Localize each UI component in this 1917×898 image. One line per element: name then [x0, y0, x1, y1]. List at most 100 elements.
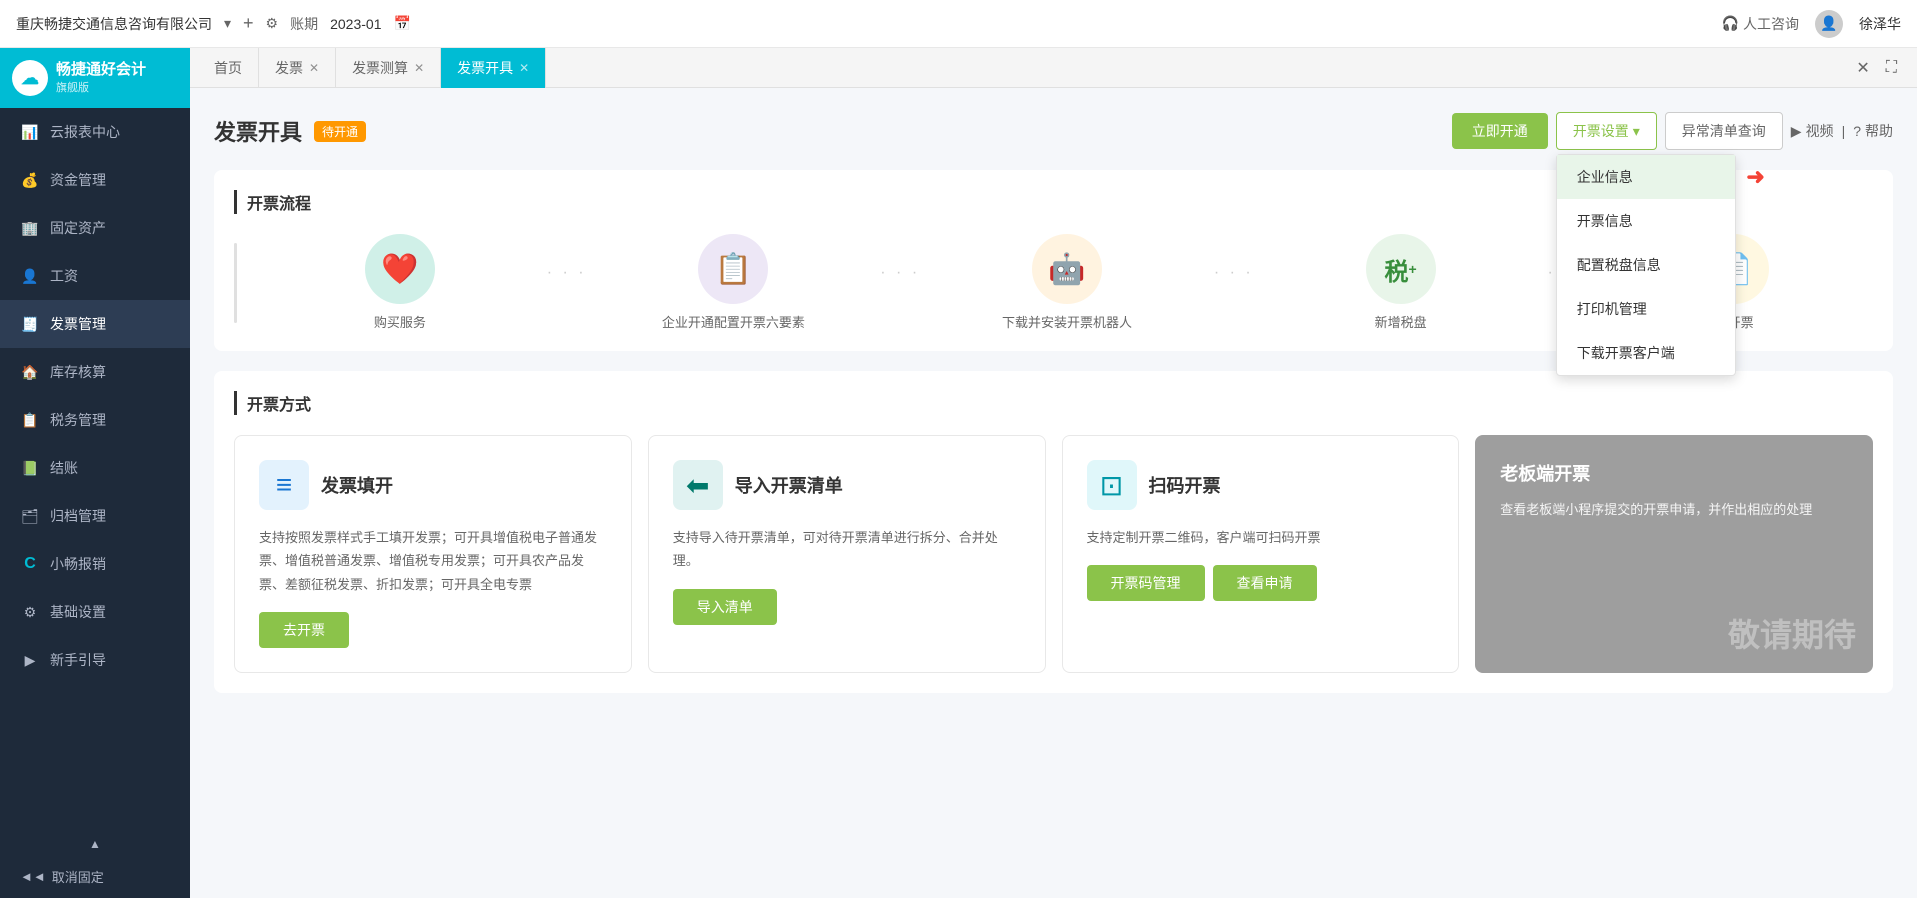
method-card-scan-header: ⊡ 扫码开票	[1087, 460, 1435, 510]
tab-close-all-btn[interactable]: ✕	[1852, 54, 1873, 82]
sidebar-item-label: 小畅报销	[50, 554, 106, 574]
sidebar-item-guide[interactable]: ▶ 新手引导	[0, 636, 190, 684]
fill-goto-btn[interactable]: 去开票	[259, 612, 349, 648]
boss-title: 老板端开票	[1500, 460, 1848, 486]
sidebar-item-fixed-assets[interactable]: 🏢 固定资产	[0, 204, 190, 252]
invoice-icon: 🧾	[20, 314, 40, 334]
sidebar-item-label: 固定资产	[50, 218, 106, 238]
red-arrow-icon: ➜	[1746, 164, 1764, 190]
activate-btn[interactable]: 立即开通	[1452, 113, 1548, 149]
import-btn-wrapper: 导入清单	[673, 589, 1021, 625]
video-btn[interactable]: ▶ 视频	[1791, 121, 1834, 141]
flow-connector-2: · · ·	[872, 264, 928, 282]
sidebar-item-label: 工资	[50, 266, 78, 286]
add-company-btn[interactable]: +	[243, 13, 254, 34]
sidebar-bottom-pin[interactable]: ◄◄ 取消固定	[0, 855, 190, 898]
scan-qr-btn[interactable]: 开票码管理	[1087, 565, 1205, 601]
headset-icon: 🎧	[1722, 15, 1739, 32]
dropdown-tax-config[interactable]: 配置税盘信息	[1557, 243, 1735, 287]
sidebar-item-settings[interactable]: ⚙ 基础设置	[0, 588, 190, 636]
dropdown-company-info[interactable]: 企业信息 ➜	[1557, 155, 1735, 199]
sidebar-item-cloud-report[interactable]: 📊 云报表中心	[0, 108, 190, 156]
boss-desc: 查看老板端小程序提交的开票申请，并作出相应的处理	[1500, 498, 1848, 521]
cloud-report-icon: 📊	[20, 122, 40, 142]
page-content: 发票开具 待开通 立即开通 开票设置 ▾	[190, 88, 1917, 898]
sidebar-item-label: 新手引导	[50, 650, 106, 670]
method-card-scan: ⊡ 扫码开票 支持定制开票二维码，客户端可扫码开票 开票码管理 查看申请	[1062, 435, 1460, 673]
company-name: 重庆畅捷交通信息咨询有限公司	[16, 14, 212, 34]
sidebar-nav: 📊 云报表中心 💰 资金管理 🏢 固定资产 👤 工资 🧾 发票管理	[0, 108, 190, 833]
invoice-settings-btn[interactable]: 开票设置 ▾	[1556, 112, 1657, 150]
sidebar-item-label: 基础设置	[50, 602, 106, 622]
anomaly-btn[interactable]: 异常清单查询	[1665, 112, 1783, 150]
tab-invoice-open[interactable]: 发票开具 ✕	[441, 48, 546, 88]
tab-expand-btn[interactable]: ⛶	[1882, 55, 1901, 81]
scan-title: 扫码开票	[1149, 472, 1221, 498]
import-desc: 支持导入待开票清单，可对待开票清单进行拆分、合并处理。	[673, 526, 1021, 573]
inventory-icon: 🏠	[20, 362, 40, 382]
dropdown-printer[interactable]: 打印机管理	[1557, 287, 1735, 331]
sidebar-item-settlement[interactable]: 📗 结账	[0, 444, 190, 492]
fill-desc: 支持按照发票样式手工填开发票；可开具增值税电子普通发票、增值税普通发票、增值税专…	[259, 526, 607, 596]
sidebar-logo: ☁ 畅捷通好会计 旗舰版	[0, 48, 190, 108]
settings-icon[interactable]: ⚙	[266, 15, 279, 32]
dropdown-arrow[interactable]: ▾	[224, 15, 231, 32]
sidebar-item-label: 税务管理	[50, 410, 106, 430]
page-actions: 立即开通 开票设置 ▾ 企业信息 ➜	[1452, 112, 1893, 150]
sidebar-item-report[interactable]: C 小畅报销	[0, 540, 190, 588]
support-btn[interactable]: 🎧 人工咨询	[1722, 14, 1799, 34]
tab-invoice-open-close[interactable]: ✕	[519, 61, 529, 75]
sidebar-item-label: 结账	[50, 458, 78, 478]
tab-invoice-test[interactable]: 发票测算 ✕	[336, 48, 441, 88]
period-label: 账期	[290, 14, 318, 34]
sidebar-item-payroll[interactable]: 👤 工资	[0, 252, 190, 300]
method-card-fill: ≡ 发票填开 支持按照发票样式手工填开发票；可开具增值税电子普通发票、增值税普通…	[234, 435, 632, 673]
sidebar-item-tax[interactable]: 📋 税务管理	[0, 396, 190, 444]
flow-step-label-2: 企业开通配置开票六要素	[662, 312, 805, 331]
settings-dropdown-wrapper: 开票设置 ▾ 企业信息 ➜ 开票信息	[1556, 112, 1657, 150]
import-btn[interactable]: 导入清单	[673, 589, 777, 625]
help-btn[interactable]: ? 帮助	[1853, 121, 1893, 141]
logo-icon: ☁	[12, 60, 48, 96]
dropdown-invoice-info[interactable]: 开票信息	[1557, 199, 1735, 243]
sidebar-item-label: 库存核算	[50, 362, 106, 382]
scan-view-btn[interactable]: 查看申请	[1213, 565, 1317, 601]
invoice-settings-dropdown: 企业信息 ➜ 开票信息 配置税盘信息 打印机管理	[1556, 154, 1736, 376]
flow-step-label-4: 新增税盘	[1375, 312, 1427, 331]
funds-icon: 💰	[20, 170, 40, 190]
archive-icon: 🗂	[20, 506, 40, 526]
logo-sub: 旗舰版	[56, 79, 146, 95]
dropdown-download[interactable]: 下载开票客户端	[1557, 331, 1735, 375]
sidebar-item-archive[interactable]: 🗂 归档管理	[0, 492, 190, 540]
sidebar-item-invoice[interactable]: 🧾 发票管理	[0, 300, 190, 348]
flow-connector-1: · · ·	[539, 264, 595, 282]
import-title: 导入开票清单	[735, 472, 843, 498]
tab-invoice-test-close[interactable]: ✕	[414, 61, 424, 75]
flow-step-2: 📋 企业开通配置开票六要素	[595, 234, 873, 331]
tax-icon: 📋	[20, 410, 40, 430]
flow-step-icon-4: 税+	[1366, 234, 1436, 304]
scan-btn-wrapper: 开票码管理 查看申请	[1087, 565, 1435, 601]
username: 徐泽华	[1859, 14, 1901, 34]
tab-invoice[interactable]: 发票 ✕	[259, 48, 336, 88]
methods-section: 开票方式 ≡ 发票填开 支持按照发票样式手工填开发票；可开具增值税电子普通发票、…	[214, 371, 1893, 693]
fill-icon: ≡	[259, 460, 309, 510]
sidebar-item-label: 资金管理	[50, 170, 106, 190]
fill-btn-wrapper: 去开票	[259, 612, 607, 648]
tab-invoice-close[interactable]: ✕	[309, 61, 319, 75]
flow-step-icon-2: 📋	[698, 234, 768, 304]
flow-step-icon-3: 🤖	[1032, 234, 1102, 304]
fill-title: 发票填开	[321, 472, 393, 498]
sidebar-item-inventory[interactable]: 🏠 库存核算	[0, 348, 190, 396]
pending-badge: 待开通	[314, 121, 366, 142]
methods-section-title: 开票方式	[234, 391, 1873, 415]
scan-icon: ⊡	[1087, 460, 1137, 510]
settings-nav-icon: ⚙	[20, 602, 40, 622]
separator: |	[1842, 123, 1846, 139]
import-icon: ⬅	[673, 460, 723, 510]
flow-step-4: 税+ 新增税盘	[1262, 234, 1540, 331]
tab-home[interactable]: 首页	[198, 48, 259, 88]
sidebar-item-funds[interactable]: 💰 资金管理	[0, 156, 190, 204]
page-title: 发票开具 待开通	[214, 115, 366, 147]
calendar-icon[interactable]: 📅	[394, 15, 411, 32]
